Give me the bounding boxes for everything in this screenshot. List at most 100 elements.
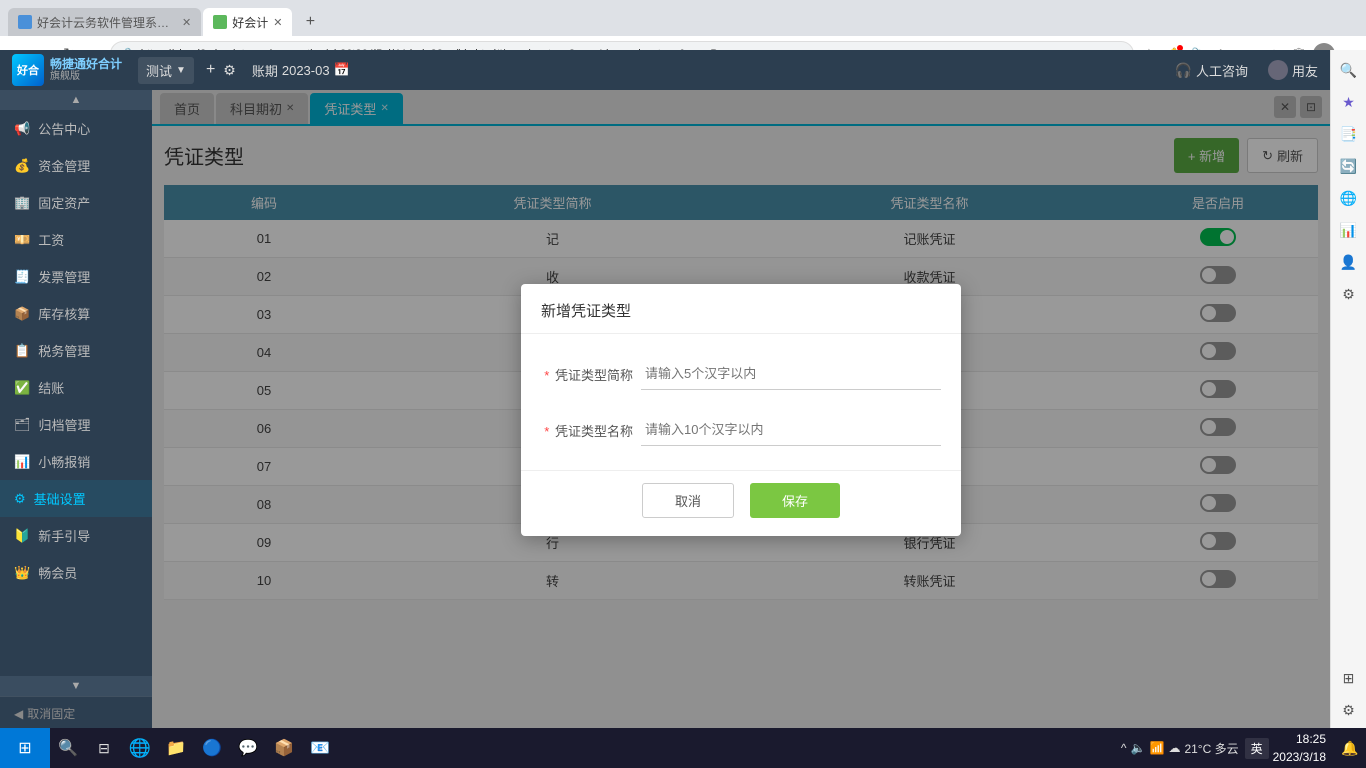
modal-title: 新增凭证类型 [541, 303, 631, 320]
shortname-label: * 凭证类型简称 [541, 365, 641, 384]
browser-chrome: 好会计云务软件管理系统_会计 ✕ 好会计 ✕ + ← → ↻ ⌂ 🔒 https… [0, 0, 1366, 50]
sidebar-item-tax[interactable]: 📋 税务管理 [0, 332, 152, 369]
modal-dialog: 新增凭证类型 * 凭证类型简称 [521, 284, 961, 536]
lang-indicator[interactable]: 英 [1245, 738, 1269, 759]
sidebar-item-report[interactable]: 📊 小畅报销 [0, 443, 152, 480]
fullname-input[interactable] [641, 414, 941, 446]
sidebar-item-fund[interactable]: 💰 资金管理 [0, 147, 152, 184]
sidebar-item-guide[interactable]: 🔰 新手引导 [0, 517, 152, 554]
announcement-label: 公告中心 [38, 119, 90, 138]
checkout-icon: ✅ [14, 380, 30, 396]
company-selector[interactable]: 测试 ▼ [138, 57, 194, 84]
left-sidebar: ▲ 📢 公告中心 💰 资金管理 🏢 固定资产 💴 工资 🧾 发票管理 [0, 90, 152, 730]
taskbar-icon-edge[interactable]: 🌐 [122, 730, 158, 766]
right-icon-gear2[interactable]: ⚙ [1335, 696, 1363, 724]
tab-2-title: 好会计 [232, 14, 268, 31]
new-tab-btn[interactable]: + [296, 8, 324, 36]
right-icon-settings[interactable]: ⚙ [1335, 280, 1363, 308]
settings-label: 基础设置 [34, 489, 86, 508]
tab-1-title: 好会计云务软件管理系统_会计 [37, 14, 177, 31]
tab-bar: 好会计云务软件管理系统_会计 ✕ 好会计 ✕ + [0, 0, 1366, 36]
logo-icon: 好合 [12, 54, 44, 86]
checkout-label: 结账 [38, 378, 64, 397]
fund-icon: 💰 [14, 158, 30, 174]
weather-icon: ☁ [1168, 741, 1180, 755]
tray-icon-1[interactable]: 🔈 [1131, 741, 1146, 755]
unpin-label: 取消固定 [27, 705, 75, 722]
sidebar-item-checkout[interactable]: ✅ 结账 [0, 369, 152, 406]
tax-icon: 📋 [14, 343, 30, 359]
tab-2[interactable]: 好会计 ✕ [203, 8, 292, 36]
logo-sub-text: 旗舰版 [50, 71, 122, 83]
settings-sidebar-icon: ⚙ [14, 491, 26, 507]
taskbar-icon-files[interactable]: 📁 [158, 730, 194, 766]
right-icon-globe[interactable]: 🌐 [1335, 184, 1363, 212]
taskbar-icon-wechat[interactable]: 💬 [230, 730, 266, 766]
unpin-sidebar-btn[interactable]: ◀ 取消固定 [0, 696, 152, 730]
tab-1-close[interactable]: ✕ [182, 16, 191, 29]
sidebar-item-inventory[interactable]: 📦 库存核算 [0, 295, 152, 332]
sidebar-item-settings[interactable]: ⚙ 基础设置 [0, 480, 152, 517]
sidebar-item-archive[interactable]: 🗂 归档管理 [0, 406, 152, 443]
app-topbar: 好合 畅捷通好合计 旗舰版 测试 ▼ + ⚙ 账期 2023-03 📅 🎧 人工… [0, 50, 1330, 90]
expand-tray-btn[interactable]: ^ [1121, 741, 1127, 755]
archive-icon: 🗂 [14, 417, 31, 433]
sidebar-scroll-up[interactable]: ▲ [0, 90, 152, 110]
service-btn[interactable]: 🎧 人工咨询 [1175, 61, 1248, 80]
weather-widget[interactable]: ☁ 21°C 多云 [1168, 740, 1238, 757]
search-taskbar[interactable]: 🔍 [50, 730, 86, 766]
period-label: 账期 [252, 61, 278, 80]
right-icon-star[interactable]: ★ [1335, 88, 1363, 116]
sidebar-item-member[interactable]: 👑 畅会员 [0, 554, 152, 591]
sidebar-scroll-down[interactable]: ▼ [0, 676, 152, 696]
modal-overlay[interactable]: 新增凭证类型 * 凭证类型简称 [152, 90, 1330, 730]
taskbar-icon-email[interactable]: 📧 [302, 730, 338, 766]
notification-btn[interactable]: 🔔 [1334, 728, 1366, 768]
form-row-fullname: * 凭证类型名称 [541, 414, 941, 446]
guide-icon: 🔰 [14, 528, 30, 544]
pin-icon: ◀ [14, 707, 23, 721]
sidebar-item-announcement[interactable]: 📢 公告中心 [0, 110, 152, 147]
fund-label: 资金管理 [38, 156, 90, 175]
fixed-assets-label: 固定资产 [38, 193, 90, 212]
clock-date: 2023/3/18 [1273, 748, 1326, 766]
sidebar-item-salary[interactable]: 💴 工资 [0, 221, 152, 258]
right-sidebar-panel: 🔍 ★ 📑 🔄 🌐 📊 👤 ⚙ ⊞ ⚙ [1330, 50, 1366, 730]
sys-tray: ^ 🔈 📶 ☁ 21°C 多云 [1115, 740, 1245, 757]
right-icon-grid[interactable]: ⊞ [1335, 664, 1363, 692]
tab-1[interactable]: 好会计云务软件管理系统_会计 ✕ [8, 8, 201, 36]
taskbar-icon-app1[interactable]: 📦 [266, 730, 302, 766]
right-icon-refresh[interactable]: 🔄 [1335, 152, 1363, 180]
required-star-1: * [544, 368, 549, 383]
announcement-icon: 📢 [14, 121, 30, 137]
weather-text: 21°C 多云 [1184, 740, 1238, 757]
sidebar-item-fixed-assets[interactable]: 🏢 固定资产 [0, 184, 152, 221]
logo-main-text: 畅捷通好合计 [50, 57, 122, 71]
shortname-input[interactable] [641, 358, 941, 390]
save-button[interactable]: 保存 [750, 483, 840, 518]
task-view-btn[interactable]: ⊟ [86, 730, 122, 766]
right-icon-search[interactable]: 🔍 [1335, 56, 1363, 84]
cancel-button[interactable]: 取消 [642, 483, 734, 518]
right-icon-chart[interactable]: 📊 [1335, 216, 1363, 244]
clock-widget[interactable]: 18:25 2023/3/18 [1273, 730, 1334, 766]
modal-header: 新增凭证类型 [521, 284, 961, 334]
member-label: 畅会员 [38, 563, 77, 582]
taskbar-icon-chrome[interactable]: 🔵 [194, 730, 230, 766]
settings-btn[interactable]: ⚙ [223, 62, 236, 79]
sidebar-item-invoice[interactable]: 🧾 发票管理 [0, 258, 152, 295]
main-layout: ▲ 📢 公告中心 💰 资金管理 🏢 固定资产 💴 工资 🧾 发票管理 [0, 90, 1330, 730]
add-company-btn[interactable]: + [206, 61, 215, 79]
tray-icon-2[interactable]: 📶 [1149, 741, 1164, 755]
start-button[interactable]: ⊞ [0, 728, 50, 768]
form-row-shortname: * 凭证类型简称 [541, 358, 941, 390]
tab-2-close[interactable]: ✕ [273, 16, 282, 29]
archive-label: 归档管理 [39, 415, 91, 434]
modal-footer: 取消 保存 [521, 470, 961, 536]
period-value: 2023-03 [282, 63, 330, 78]
right-icon-user[interactable]: 👤 [1335, 248, 1363, 276]
modal-body: * 凭证类型简称 * 凭证类型名称 [521, 334, 961, 470]
invoice-icon: 🧾 [14, 269, 30, 285]
right-icon-doc[interactable]: 📑 [1335, 120, 1363, 148]
user-btn[interactable]: 用友 [1268, 60, 1318, 80]
